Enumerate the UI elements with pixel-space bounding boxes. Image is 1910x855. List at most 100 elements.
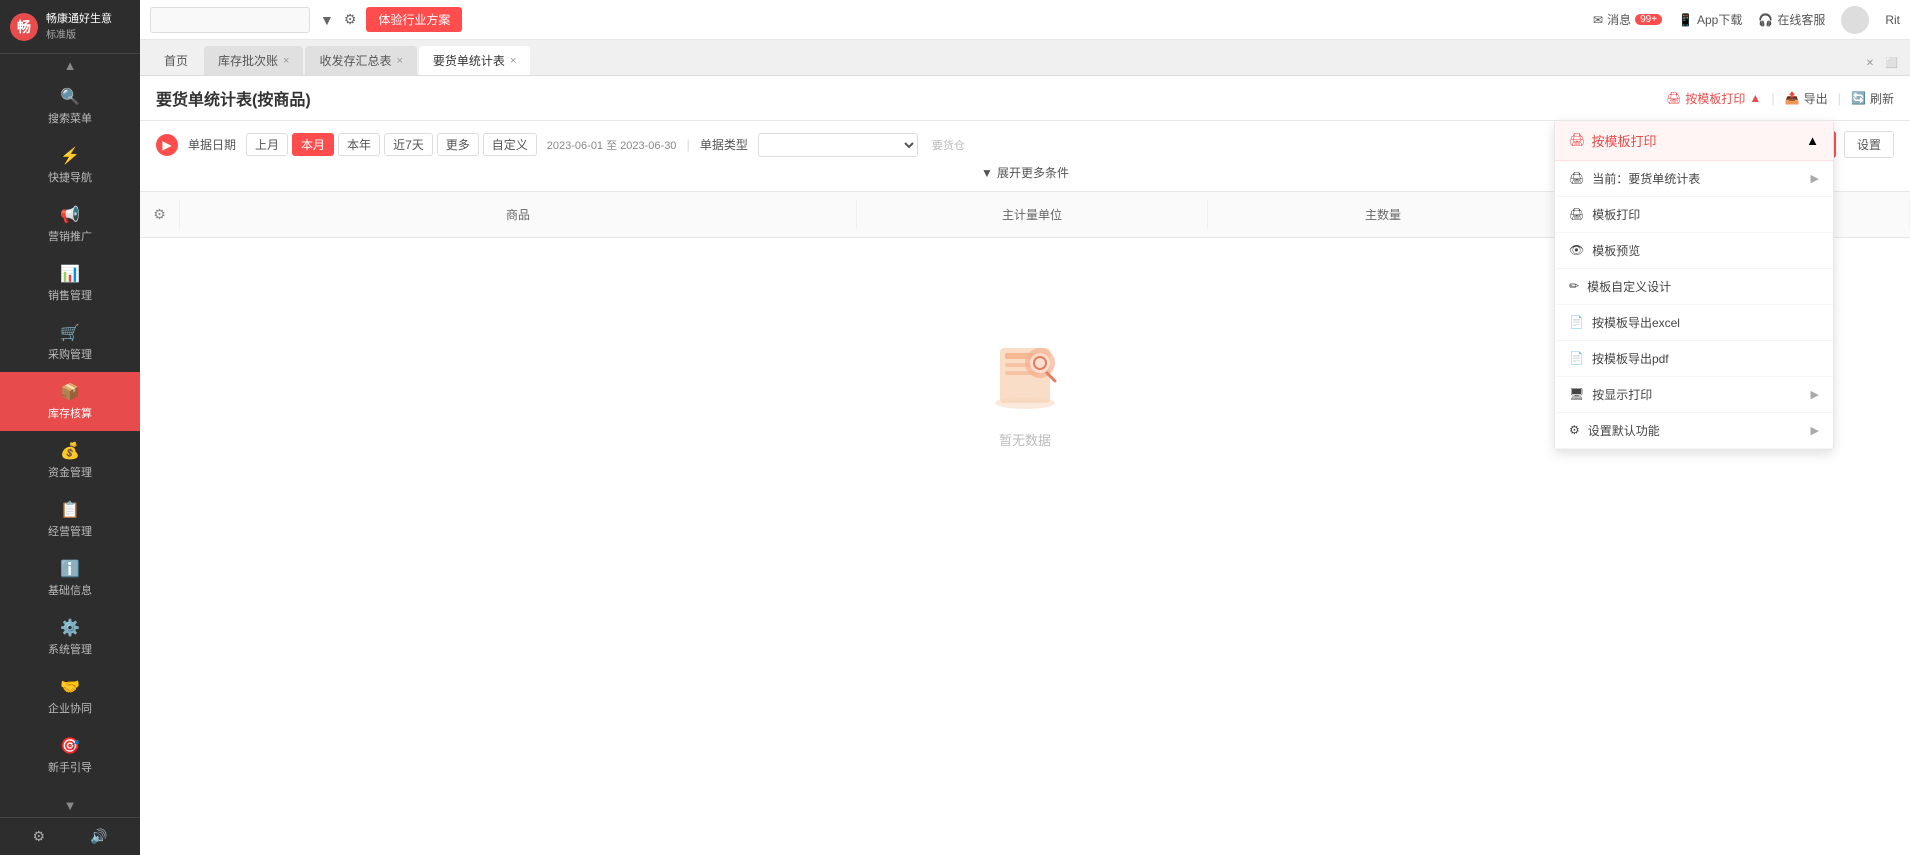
current-template-icon: 🖨 [1569,171,1584,185]
page-header: 要货单统计表(按商品) 🖨 按模板打印 ▲ | 📤 导出 | 🔄 刷新 [140,76,1910,121]
sidebar-item-collab[interactable]: 🤝 企业协同 [0,667,140,726]
message-icon: ✉ [1593,13,1603,27]
date-btn-custom[interactable]: 自定义 [483,133,537,156]
tab-collection-summary-close[interactable]: × [396,55,402,67]
export-button[interactable]: 📤 导出 [1785,90,1828,107]
expand-more-icon: ▼ [981,166,993,180]
refresh-label: 刷新 [1870,90,1894,107]
sidebar-item-quick-nav[interactable]: ⚡ 快捷导航 [0,136,140,195]
display-print-icon: 🖥 [1569,387,1584,401]
page-content: 要货单统计表(按商品) 🖨 按模板打印 ▲ | 📤 导出 | 🔄 刷新 [140,76,1910,855]
online-service-button[interactable]: 🎧 在线客服 [1758,11,1825,28]
volume-icon[interactable]: 🔊 [90,828,107,845]
template-design-icon: ✏ [1569,279,1579,293]
tab-order-stats[interactable]: 要货单统计表 × [419,46,530,75]
action-divider2: | [1838,91,1841,106]
empty-text: 暂无数据 [999,430,1051,449]
user-avatar[interactable] [1841,6,1869,34]
scroll-down-arrow[interactable]: ▼ [0,794,140,817]
quick-nav-icon: ⚡ [60,146,80,166]
tab-inventory-batch-close[interactable]: × [283,55,289,67]
window-maximize-button[interactable]: ⬜ [1884,55,1900,71]
sidebar-item-sales[interactable]: 📊 销售管理 [0,254,140,313]
sidebar-item-operations[interactable]: 📋 经营管理 [0,490,140,549]
sidebar-item-apps[interactable]: 🔔 应用中心 [0,785,140,794]
display-print-label: 按显示打印 [1592,386,1652,403]
sidebar-item-guide[interactable]: 🎯 新手引导 [0,726,140,785]
empty-illustration [975,318,1075,418]
sidebar-item-system[interactable]: ⚙️ 系统管理 [0,608,140,667]
tab-collection-summary-label: 收发存汇总表 [319,52,391,69]
sidebar-item-finance[interactable]: 💰 资金管理 [0,431,140,490]
settings-bottom-icon[interactable]: ⚙ [33,828,46,845]
tab-inventory-batch[interactable]: 库存批次账 × [204,46,303,75]
export-pdf-icon: 📄 [1569,351,1584,365]
tab-home[interactable]: 首页 [150,46,202,75]
dropdown-template-preview[interactable]: 👁 模板预览 [1555,233,1833,269]
sidebar-item-label: 营销推广 [48,228,92,244]
app-name: 畅康通好生意 [46,12,112,26]
tab-order-stats-close[interactable]: × [510,55,516,67]
export-icon: 📤 [1785,91,1800,105]
sidebar-item-marketing[interactable]: 📢 营销推广 [0,195,140,254]
default-func-icon: ⚙ [1569,423,1580,437]
window-close-button[interactable]: ✕ [1862,55,1878,71]
app-download-button[interactable]: 📱 App下载 [1678,11,1742,28]
dropdown-collapse-icon[interactable]: ▲ [1806,133,1819,148]
dropdown-template-print[interactable]: 🖨 模板打印 [1555,197,1833,233]
user-name[interactable]: Rit [1885,13,1900,27]
dropdown-current-template[interactable]: 🖨 当前：要货单统计表 ▶ [1555,161,1833,197]
print-icon: 🖨 [1666,91,1681,105]
export-label: 导出 [1804,90,1828,107]
sidebar-item-purchase[interactable]: 🛒 采购管理 [0,313,140,372]
dropdown-display-print[interactable]: 🖥 按显示打印 ▶ [1555,377,1833,413]
filter-divider: | [686,137,689,152]
default-func-left: ⚙ 设置默认功能 [1569,422,1660,439]
sidebar-item-basic[interactable]: ℹ️ 基础信息 [0,549,140,608]
date-btn-this-year[interactable]: 本年 [338,133,380,156]
sidebar-item-search[interactable]: 🔍 搜索菜单 [0,77,140,136]
date-btn-more[interactable]: 更多 [437,133,479,156]
template-print-icon: 🖨 [1569,207,1584,221]
refresh-button[interactable]: 🔄 刷新 [1851,90,1894,107]
dropdown-export-pdf[interactable]: 📄 按模板导出pdf [1555,341,1833,377]
dropdown-default-func[interactable]: ⚙ 设置默认功能 ▶ [1555,413,1833,449]
print-chevron: ▲ [1749,91,1761,105]
trial-button[interactable]: 体验行业方案 [366,7,462,32]
col-settings[interactable]: ⚙ [140,200,180,229]
search-icon: 🔍 [60,87,80,107]
collab-icon: 🤝 [60,677,80,697]
sidebar-item-inventory[interactable]: 📦 库存核算 [0,372,140,431]
sidebar-item-label: 经营管理 [48,523,92,539]
col-product: 商品 [180,200,857,229]
date-btn-last-month[interactable]: 上月 [246,133,288,156]
messages-button[interactable]: ✉ 消息 99+ [1593,11,1662,28]
date-btn-this-month[interactable]: 本月 [292,133,334,156]
dropdown-header[interactable]: 🖨 按模板打印 ▲ [1555,121,1833,161]
filter-expand-toggle[interactable]: ▶ [156,134,178,156]
dropdown-header-text: 🖨 按模板打印 [1569,131,1657,150]
scroll-up-arrow[interactable]: ▲ [0,54,140,77]
doc-type-select[interactable] [758,133,918,157]
dropdown-export-excel[interactable]: 📄 按模板导出excel [1555,305,1833,341]
app-download-label: App下载 [1697,11,1742,28]
expand-more-btn[interactable]: ▼ 展开更多条件 [981,164,1069,181]
dropdown-template-design[interactable]: ✏ 模板自定义设计 [1555,269,1833,305]
date-range-display: 2023-06-01 至 2023-06-30 [547,137,677,153]
date-btn-7days[interactable]: 近7天 [384,133,433,156]
dropdown-print-icon: 🖨 [1569,132,1586,148]
tab-collection-summary[interactable]: 收发存汇总表 × [305,46,416,75]
action-divider1: | [1771,91,1774,106]
col-settings-icon[interactable]: ⚙ [153,206,166,222]
settings-filter-button[interactable]: 设置 [1844,131,1894,158]
topbar-gear-icon[interactable]: ⚙ [344,11,357,28]
print-button[interactable]: 🖨 按模板打印 ▲ [1666,90,1761,107]
refresh-icon: 🔄 [1851,91,1866,105]
topbar-dropdown-icon[interactable]: ▼ [320,12,334,28]
tab-inventory-batch-label: 库存批次账 [218,52,278,69]
template-print-label: 模板打印 [1592,206,1640,223]
search-input[interactable] [150,7,310,33]
guide-icon: 🎯 [60,736,80,756]
basic-icon: ℹ️ [60,559,80,579]
page-title: 要货单统计表(按商品) [156,86,311,110]
